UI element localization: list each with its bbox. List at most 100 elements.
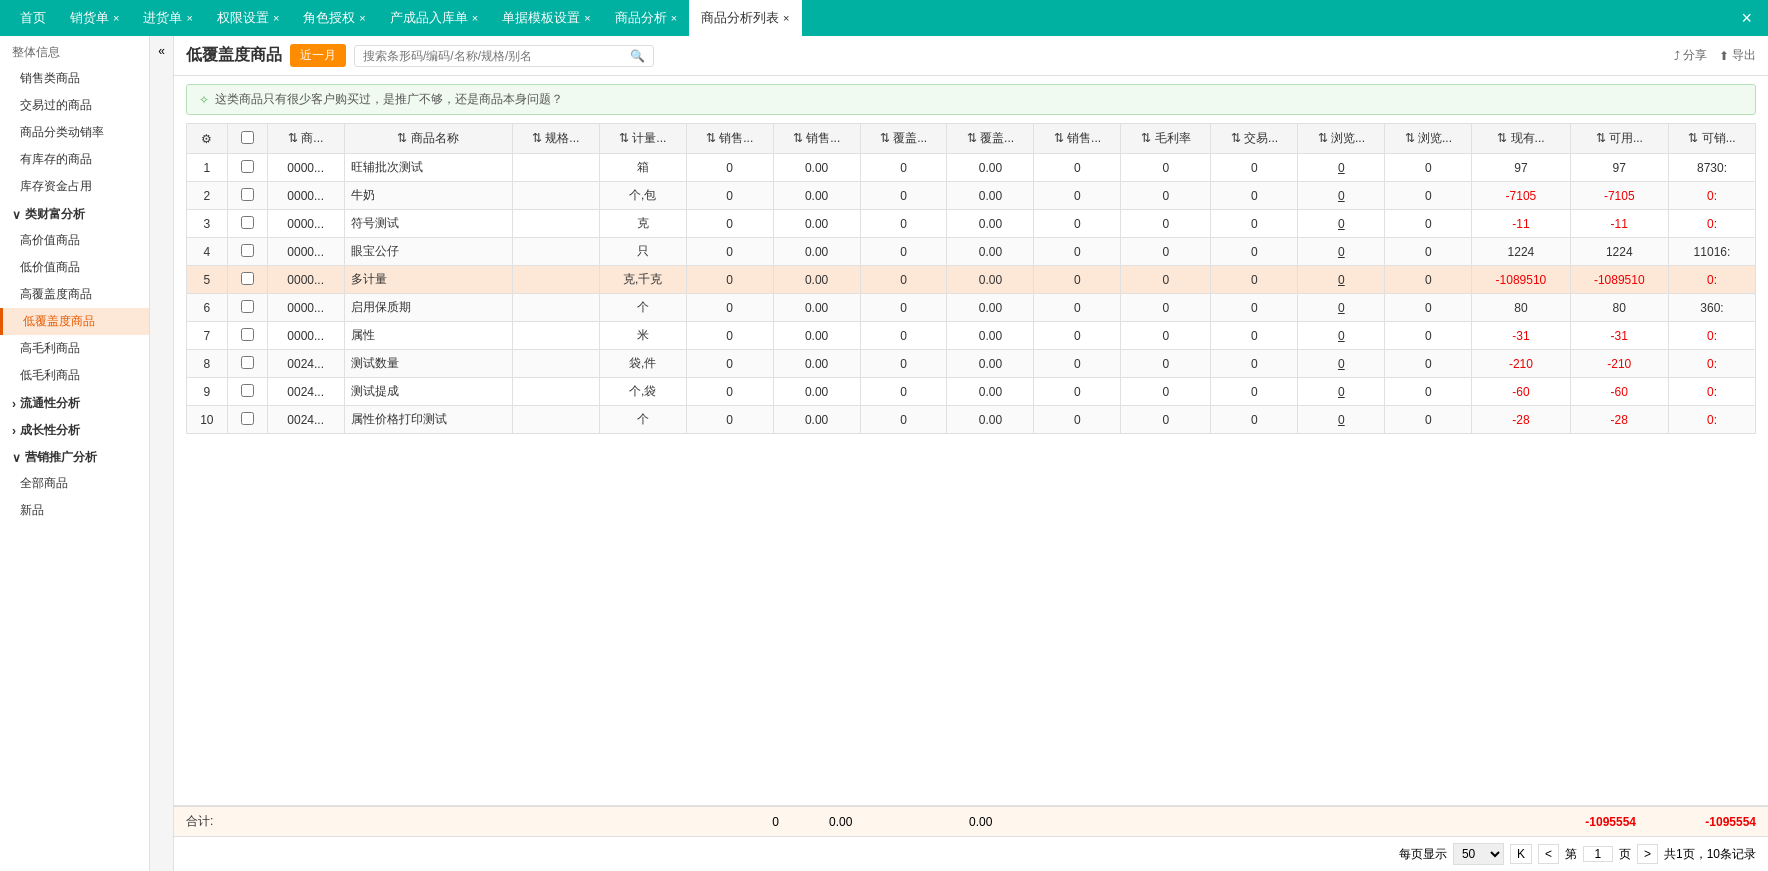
export-icon: ⬆ bbox=[1719, 49, 1729, 63]
nav-role-auth[interactable]: 角色授权 × bbox=[291, 0, 377, 36]
sidebar: 整体信息 销售类商品 交易过的商品 商品分类动销率 有库存的商品 库存资金占用 … bbox=[0, 36, 150, 871]
col-unit[interactable]: ⇅ 计量... bbox=[599, 124, 686, 154]
nav-close-template-settings[interactable]: × bbox=[584, 12, 590, 24]
select-all-checkbox[interactable] bbox=[241, 131, 254, 144]
page-suffix: 页 bbox=[1619, 846, 1631, 863]
sidebar-item-all-goods[interactable]: 全部商品 bbox=[0, 470, 149, 497]
sidebar-item-low-value[interactable]: 低价值商品 bbox=[0, 254, 149, 281]
col-available[interactable]: ⇅ 可用... bbox=[1570, 124, 1668, 154]
col-name[interactable]: ⇅ 商品名称 bbox=[344, 124, 512, 154]
data-table-container[interactable]: ⚙ ⇅ 商... ⇅ 商品名称 ⇅ 规格... ⇅ 计量... ⇅ 销售... … bbox=[186, 123, 1756, 805]
data-table: ⚙ ⇅ 商... ⇅ 商品名称 ⇅ 规格... ⇅ 计量... ⇅ 销售... … bbox=[186, 123, 1756, 434]
total-current: -1095554 bbox=[1536, 815, 1636, 829]
col-browse-b[interactable]: ⇅ 浏览... bbox=[1385, 124, 1472, 154]
page-size-select[interactable]: 10 20 50 100 bbox=[1453, 843, 1504, 865]
table-row[interactable]: 80024...测试数量袋,件00.0000.0000000-210-2100: bbox=[187, 350, 1756, 378]
col-spec[interactable]: ⇅ 规格... bbox=[512, 124, 599, 154]
col-sales-c[interactable]: ⇅ 销售... bbox=[1034, 124, 1121, 154]
info-icon: ✧ bbox=[199, 93, 209, 107]
col-browse-a[interactable]: ⇅ 浏览... bbox=[1298, 124, 1385, 154]
nav-close-permissions[interactable]: × bbox=[273, 12, 279, 24]
page-number-input[interactable] bbox=[1583, 846, 1613, 862]
export-button[interactable]: ⬆ 导出 bbox=[1719, 47, 1756, 64]
sidebar-item-category-activity[interactable]: 商品分类动销率 bbox=[0, 119, 149, 146]
sidebar-group-wealth[interactable]: ∨ 类财富分析 bbox=[0, 200, 149, 227]
table-row[interactable]: 10000...旺辅批次测试箱00.0000.000000097978730: bbox=[187, 154, 1756, 182]
table-row[interactable]: 60000...启用保质期个00.0000.00000008080360: bbox=[187, 294, 1756, 322]
total-sales-qty: 0 bbox=[746, 815, 806, 829]
col-sales-amt[interactable]: ⇅ 销售... bbox=[773, 124, 860, 154]
total-label: 合计: bbox=[186, 813, 213, 830]
sidebar-group-marketing[interactable]: ∨ 营销推广分析 bbox=[0, 443, 149, 470]
sidebar-item-new-goods[interactable]: 新品 bbox=[0, 497, 149, 524]
total-row: 合计: 0 0.00 0.00 -1095554 -1095554 bbox=[174, 805, 1768, 836]
nav-template-settings[interactable]: 单据模板设置 × bbox=[490, 0, 602, 36]
content-area: 低覆盖度商品 近一月 🔍 ⤴ 分享 ⬆ 导出 ✧ 这类商品只有很少客户购买 bbox=[174, 36, 1768, 871]
col-sales-qty[interactable]: ⇅ 销售... bbox=[686, 124, 773, 154]
col-cover-a[interactable]: ⇅ 覆盖... bbox=[860, 124, 947, 154]
table-row[interactable]: 100024...属性价格打印测试个00.0000.0000000-28-280… bbox=[187, 406, 1756, 434]
nav-close-product-analysis[interactable]: × bbox=[671, 12, 677, 24]
sidebar-item-high-value[interactable]: 高价值商品 bbox=[0, 227, 149, 254]
sidebar-group-circulation[interactable]: › 流通性分析 bbox=[0, 389, 149, 416]
sidebar-item-high-profit[interactable]: 高毛利商品 bbox=[0, 335, 149, 362]
table-row[interactable]: 50000...多计量克,千克00.0000.0000000-1089510-1… bbox=[187, 266, 1756, 294]
content-header: 低覆盖度商品 近一月 🔍 ⤴ 分享 ⬆ 导出 bbox=[174, 36, 1768, 76]
share-icon: ⤴ bbox=[1674, 49, 1680, 63]
pagination: 每页显示 10 20 50 100 K < 第 页 > 共1页，10条记录 bbox=[174, 836, 1768, 871]
next-page-button[interactable]: > bbox=[1637, 844, 1658, 864]
total-sales-amt: 0.00 bbox=[806, 815, 876, 829]
prev-page-button[interactable]: < bbox=[1538, 844, 1559, 864]
total-cover-b: 0.00 bbox=[946, 815, 1016, 829]
nav-sales-order[interactable]: 销货单 × bbox=[58, 0, 131, 36]
nav-close-product-inbound[interactable]: × bbox=[472, 12, 478, 24]
nav-home[interactable]: 首页 bbox=[8, 0, 58, 36]
sidebar-item-high-coverage[interactable]: 高覆盖度商品 bbox=[0, 281, 149, 308]
sidebar-item-stocked-goods[interactable]: 有库存的商品 bbox=[0, 146, 149, 173]
search-box[interactable]: 🔍 bbox=[354, 45, 654, 67]
col-code[interactable]: ⇅ 商... bbox=[267, 124, 344, 154]
table-row[interactable]: 30000...符号测试克00.0000.0000000-11-110: bbox=[187, 210, 1756, 238]
sidebar-item-sales-goods[interactable]: 销售类商品 bbox=[0, 65, 149, 92]
table-row[interactable]: 90024...测试提成个,袋00.0000.0000000-60-600: bbox=[187, 378, 1756, 406]
col-gross-rate[interactable]: ⇅ 毛利率 bbox=[1121, 124, 1211, 154]
nav-permissions[interactable]: 权限设置 × bbox=[205, 0, 291, 36]
sidebar-group-growth[interactable]: › 成长性分析 bbox=[0, 416, 149, 443]
info-banner: ✧ 这类商品只有很少客户购买过，是推广不够，还是商品本身问题？ bbox=[186, 84, 1756, 115]
nav-product-analysis-list[interactable]: 商品分析列表 × bbox=[689, 0, 801, 36]
time-filter-button[interactable]: 近一月 bbox=[290, 44, 346, 67]
sidebar-item-low-coverage[interactable]: 低覆盖度商品 bbox=[0, 308, 149, 335]
nav-close-product-analysis-list[interactable]: × bbox=[783, 12, 789, 24]
nav-product-inbound[interactable]: 产成品入库单 × bbox=[378, 0, 490, 36]
sidebar-item-traded-goods[interactable]: 交易过的商品 bbox=[0, 92, 149, 119]
nav-purchase-order[interactable]: 进货单 × bbox=[131, 0, 204, 36]
nav-close-purchase-order[interactable]: × bbox=[186, 12, 192, 24]
table-row[interactable]: 40000...眼宝公仔只00.0000.0000000122412241101… bbox=[187, 238, 1756, 266]
first-page-button[interactable]: K bbox=[1510, 844, 1532, 864]
nav-product-analysis[interactable]: 商品分析 × bbox=[603, 0, 689, 36]
table-row[interactable]: 20000...牛奶个,包00.0000.0000000-7105-71050: bbox=[187, 182, 1756, 210]
search-icon[interactable]: 🔍 bbox=[630, 49, 645, 63]
col-checkbox[interactable] bbox=[227, 124, 267, 154]
sidebar-header: 整体信息 bbox=[0, 36, 149, 65]
nav-close-role-auth[interactable]: × bbox=[359, 12, 365, 24]
col-setting[interactable]: ⚙ bbox=[187, 124, 228, 154]
top-navigation: 首页 销货单 × 进货单 × 权限设置 × 角色授权 × 产成品入库单 × 单据… bbox=[0, 0, 1768, 36]
page-size-label: 每页显示 bbox=[1399, 846, 1447, 863]
sidebar-collapse-button[interactable]: « bbox=[150, 36, 174, 871]
sidebar-item-low-profit[interactable]: 低毛利商品 bbox=[0, 362, 149, 389]
page-label: 第 bbox=[1565, 846, 1577, 863]
total-available: -1095554 bbox=[1656, 815, 1756, 829]
total-pages-info: 共1页，10条记录 bbox=[1664, 846, 1756, 863]
sidebar-item-stock-capital[interactable]: 库存资金占用 bbox=[0, 173, 149, 200]
col-cover-b[interactable]: ⇅ 覆盖... bbox=[947, 124, 1034, 154]
table-row[interactable]: 70000...属性米00.0000.0000000-31-310: bbox=[187, 322, 1756, 350]
share-button[interactable]: ⤴ 分享 bbox=[1674, 47, 1707, 64]
col-trans[interactable]: ⇅ 交易... bbox=[1211, 124, 1298, 154]
col-current[interactable]: ⇅ 现有... bbox=[1472, 124, 1570, 154]
search-input[interactable] bbox=[363, 49, 630, 63]
nav-close-sales-order[interactable]: × bbox=[113, 12, 119, 24]
col-saleable[interactable]: ⇅ 可销... bbox=[1668, 124, 1755, 154]
close-all-button[interactable]: × bbox=[1733, 8, 1760, 29]
header-actions: ⤴ 分享 ⬆ 导出 bbox=[1674, 47, 1756, 64]
